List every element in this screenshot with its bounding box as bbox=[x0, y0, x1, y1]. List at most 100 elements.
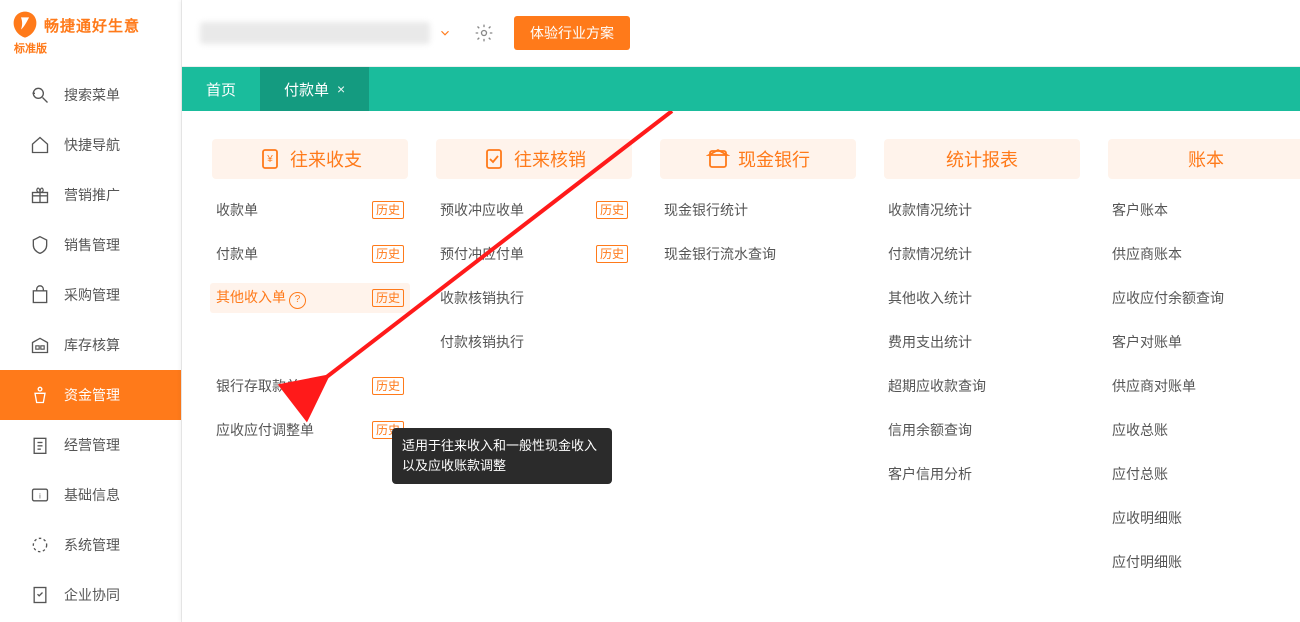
menu-item-label: 供应商账本 bbox=[1112, 246, 1182, 262]
help-tooltip: 适用于往来收入和一般性现金收入以及应收账款调整 bbox=[392, 428, 612, 484]
menu-item[interactable]: 应收明细账 bbox=[1112, 507, 1300, 529]
menu-item-label: 超期应收款查询 bbox=[888, 378, 986, 394]
menu-item[interactable]: 收款核销执行 bbox=[440, 287, 628, 309]
menu-item-label: 应收应付调整单 bbox=[216, 422, 314, 438]
menu-item[interactable]: 付款核销执行 bbox=[440, 331, 628, 353]
menu-item[interactable]: 供应商账本 bbox=[1112, 243, 1300, 265]
history-badge[interactable]: 历史 bbox=[372, 377, 404, 395]
sidebar-item-label: 采购管理 bbox=[64, 285, 120, 305]
menu-item[interactable]: 应付明细账 bbox=[1112, 551, 1300, 573]
menu-item[interactable]: 银行存取款单 历史 bbox=[216, 375, 404, 397]
menu-item[interactable]: 其他收入单? 历史 bbox=[210, 283, 410, 313]
sidebar-item-label: 企业协同 bbox=[64, 585, 120, 605]
section-2: 现金银行现金银行统计现金银行流水查询 bbox=[660, 139, 856, 573]
sidebar-item-8[interactable]: i基础信息 bbox=[0, 470, 181, 520]
section-grid: ¥往来收支收款单历史付款单历史其他收入单?历史费用支出单?历史银行存取款单历史应… bbox=[212, 139, 1270, 573]
menu-item[interactable]: 其他收入统计 bbox=[888, 287, 1076, 309]
section-4: 账本客户账本供应商账本应收应付余额查询客户对账单供应商对账单应收总账应付总账应收… bbox=[1108, 139, 1300, 573]
badge-icon bbox=[30, 235, 50, 255]
menu-item[interactable]: 应付总账 bbox=[1112, 463, 1300, 485]
menu-item[interactable]: 信用余额查询 bbox=[888, 419, 1076, 441]
org-selector[interactable] bbox=[200, 22, 474, 44]
home-icon bbox=[30, 135, 50, 155]
svg-text:¥: ¥ bbox=[266, 154, 273, 165]
menu-item-label: 客户信用分析 bbox=[888, 466, 972, 482]
menu-item[interactable]: 供应商对账单 bbox=[1112, 375, 1300, 397]
section-title: 统计报表 bbox=[946, 146, 1018, 172]
menu-item-label: 应付明细账 bbox=[1112, 554, 1182, 570]
menu-item-label: 付款单 bbox=[216, 246, 258, 262]
sidebar-item-label: 快捷导航 bbox=[64, 135, 120, 155]
menu-item[interactable]: 应收总账 bbox=[1112, 419, 1300, 441]
sidebar: 畅捷通好生意 标准版 搜索菜单快捷导航营销推广销售管理采购管理库存核算资金管理经… bbox=[0, 0, 182, 622]
sidebar-item-7[interactable]: 经营管理 bbox=[0, 420, 181, 470]
section-3: 统计报表收款情况统计付款情况统计其他收入统计费用支出统计超期应收款查询信用余额查… bbox=[884, 139, 1080, 573]
menu-item[interactable]: 现金银行统计 bbox=[664, 199, 852, 221]
menu-item-label: 付款核销执行 bbox=[440, 334, 524, 350]
doc-icon bbox=[30, 585, 50, 605]
history-badge[interactable]: 历史 bbox=[596, 201, 628, 219]
tab-payment[interactable]: 付款单 × bbox=[260, 67, 369, 111]
menu-item[interactable]: 收款单 历史 bbox=[216, 199, 404, 221]
sidebar-item-label: 库存核算 bbox=[64, 335, 120, 355]
sidebar-item-4[interactable]: 采购管理 bbox=[0, 270, 181, 320]
sidebar-item-3[interactable]: 销售管理 bbox=[0, 220, 181, 270]
menu-item-label: 收款单 bbox=[216, 202, 258, 218]
menu-item[interactable]: 费用支出统计 bbox=[888, 331, 1076, 353]
menu-item[interactable]: 预收冲应收单 历史 bbox=[440, 199, 628, 221]
brand-edition: 标准版 bbox=[0, 40, 181, 64]
menu-item[interactable]: 预付冲应付单历史 bbox=[440, 243, 628, 265]
section-title: 往来收支 bbox=[290, 146, 362, 172]
menu-item-label: 银行存取款单 bbox=[216, 378, 300, 394]
sidebar-nav: 搜索菜单快捷导航营销推广销售管理采购管理库存核算资金管理经营管理i基础信息系统管… bbox=[0, 64, 181, 620]
menu-item[interactable]: 付款单 历史 bbox=[216, 243, 404, 265]
menu-item-label: 预收冲应收单 bbox=[440, 202, 524, 218]
sidebar-item-10[interactable]: 企业协同 bbox=[0, 570, 181, 620]
menu-item-label: 现金银行统计 bbox=[664, 202, 748, 218]
grid-icon: i bbox=[30, 485, 50, 505]
receipt-icon: ¥ bbox=[258, 147, 282, 171]
sidebar-item-5[interactable]: 库存核算 bbox=[0, 320, 181, 370]
menu-item[interactable]: 超期应收款查询 bbox=[888, 375, 1076, 397]
sidebar-item-label: 资金管理 bbox=[64, 385, 120, 405]
menu-item-label: 现金银行流水查询 bbox=[664, 246, 776, 262]
brand-logo-icon bbox=[12, 10, 38, 40]
industry-solution-button[interactable]: 体验行业方案 bbox=[514, 16, 630, 50]
menu-item[interactable]: 客户信用分析 bbox=[888, 463, 1076, 485]
org-name-blurred bbox=[200, 22, 430, 44]
clipboard-icon bbox=[30, 435, 50, 455]
tab-payment-label: 付款单 bbox=[284, 79, 329, 100]
section-title: 往来核销 bbox=[514, 146, 586, 172]
menu-item-label: 供应商对账单 bbox=[1112, 378, 1196, 394]
sidebar-item-0[interactable]: 搜索菜单 bbox=[0, 70, 181, 120]
sidebar-item-6[interactable]: 资金管理 bbox=[0, 370, 181, 420]
menu-item[interactable]: 应收应付调整单历史 bbox=[216, 419, 404, 441]
menu-item[interactable]: 客户账本 bbox=[1112, 199, 1300, 221]
section-1: 往来核销预收冲应收单历史预付冲应付单历史收款核销执行付款核销执行 bbox=[436, 139, 632, 573]
menu-item-label: 其他收入单 bbox=[216, 289, 286, 305]
menu-item[interactable]: 收款情况统计 bbox=[888, 199, 1076, 221]
menu-item-label: 费用支出统计 bbox=[888, 334, 972, 350]
menu-item[interactable]: 应收应付余额查询 bbox=[1112, 287, 1300, 309]
menu-item[interactable]: 付款情况统计 bbox=[888, 243, 1076, 265]
menu-item-label: 收款情况统计 bbox=[888, 202, 972, 218]
settings-gear-icon[interactable] bbox=[474, 23, 494, 43]
section-header: 统计报表 bbox=[884, 139, 1080, 179]
history-badge[interactable]: 历史 bbox=[372, 289, 404, 307]
brand: 畅捷通好生意 bbox=[0, 0, 181, 40]
menu-item[interactable]: 客户对账单 bbox=[1112, 331, 1300, 353]
warehouse-icon bbox=[30, 335, 50, 355]
history-badge[interactable]: 历史 bbox=[596, 245, 628, 263]
gift-icon bbox=[30, 185, 50, 205]
close-icon[interactable]: × bbox=[337, 81, 345, 97]
history-badge[interactable]: 历史 bbox=[372, 245, 404, 263]
help-icon[interactable]: ? bbox=[289, 292, 306, 309]
menu-item-label: 收款核销执行 bbox=[440, 290, 524, 306]
sidebar-item-9[interactable]: 系统管理 bbox=[0, 520, 181, 570]
menu-item[interactable]: 现金银行流水查询 bbox=[664, 243, 852, 265]
history-badge[interactable]: 历史 bbox=[372, 201, 404, 219]
tab-home[interactable]: 首页 bbox=[182, 67, 260, 111]
sidebar-item-label: 销售管理 bbox=[64, 235, 120, 255]
sidebar-item-1[interactable]: 快捷导航 bbox=[0, 120, 181, 170]
sidebar-item-2[interactable]: 营销推广 bbox=[0, 170, 181, 220]
